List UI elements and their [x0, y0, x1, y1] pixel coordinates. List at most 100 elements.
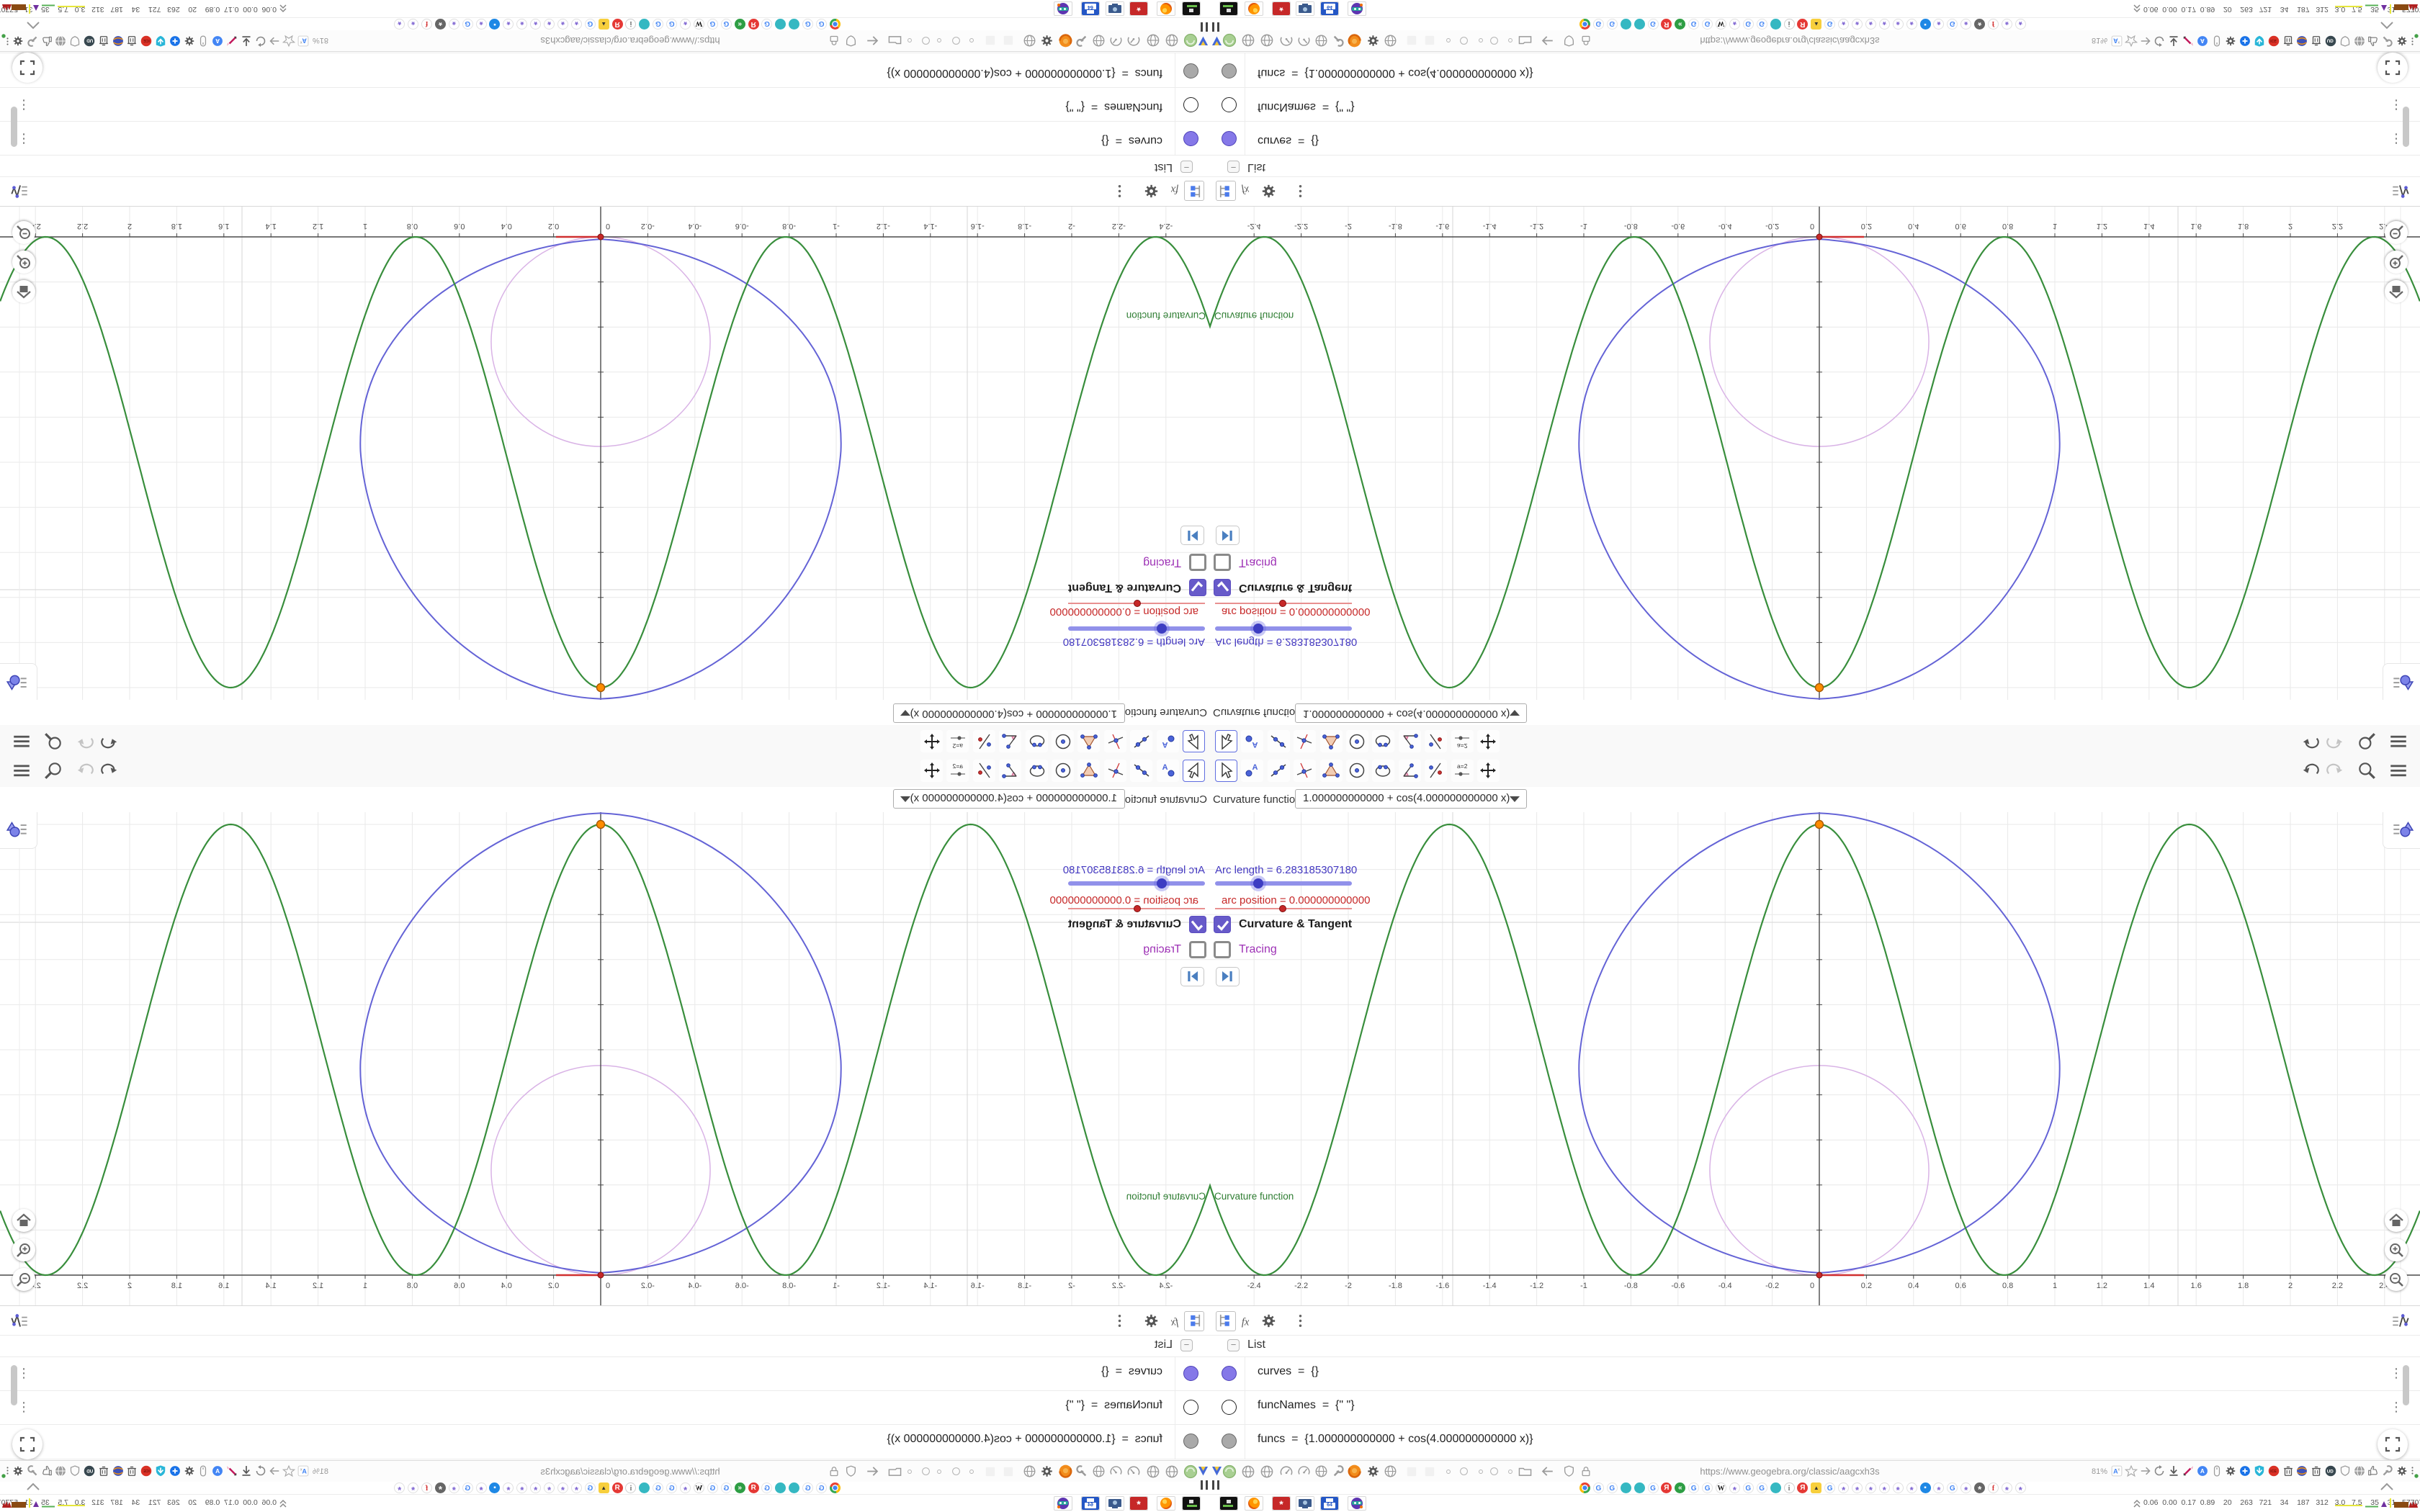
lock-icon[interactable] — [828, 1465, 841, 1478]
wrench-icon[interactable] — [1332, 1464, 1345, 1478]
favicon-G[interactable]: G — [1824, 1482, 1836, 1493]
ring-large-icon[interactable] — [920, 35, 932, 47]
favicon-info[interactable]: i — [625, 1482, 637, 1493]
globe-gray-icon[interactable] — [2353, 1464, 2366, 1477]
arc-length-slider[interactable] — [1215, 881, 1352, 886]
ring-large-icon[interactable] — [920, 1465, 932, 1477]
console-app-icon[interactable] — [1182, 1, 1201, 16]
favicon-G[interactable]: G — [653, 19, 664, 30]
globe-icon[interactable] — [1022, 1464, 1037, 1479]
favicon-gear-dark[interactable]: * — [1974, 1482, 1986, 1493]
undo-button[interactable] — [98, 730, 120, 752]
tool-point[interactable]: A — [1241, 730, 1264, 752]
favicon-flower[interactable]: * — [394, 19, 405, 30]
algebra-row-funcs[interactable]: funcs = {1.000000000000 + cos(4.00000000… — [1210, 1425, 2420, 1459]
ud-badge-icon[interactable]: UD — [83, 35, 96, 48]
green-orb-icon[interactable] — [1183, 1464, 1198, 1480]
favicon-teal[interactable] — [775, 1482, 786, 1493]
lock-icon[interactable] — [1579, 1465, 1592, 1478]
ud-badge-icon[interactable]: UD — [2324, 1464, 2337, 1477]
firefox-icon[interactable] — [1346, 32, 1363, 49]
favicon-info[interactable]: i — [1783, 1482, 1795, 1493]
ring-small-icon[interactable] — [933, 1466, 945, 1477]
thumb-icon[interactable] — [2367, 1464, 2380, 1477]
favicon-teal[interactable] — [639, 1482, 650, 1493]
favicon-flower[interactable]: * — [1933, 1482, 1945, 1493]
ghost-square-icon[interactable] — [1002, 34, 1015, 47]
favicon-G[interactable]: G — [816, 1482, 828, 1493]
favicon-info[interactable]: i — [625, 19, 637, 30]
tool-pan[interactable] — [1477, 730, 1500, 752]
menu-icon[interactable] — [2388, 730, 2410, 752]
row-kebab-icon[interactable]: ⋮ — [2390, 98, 2403, 112]
favicon-G[interactable]: G — [1702, 1482, 1713, 1493]
firefox-app-icon[interactable] — [1157, 1, 1175, 16]
tool-conic[interactable] — [1372, 760, 1395, 782]
favicon-flower[interactable]: * — [1729, 19, 1740, 30]
undo-button[interactable] — [2300, 760, 2322, 782]
row-kebab-icon[interactable]: ⋮ — [2390, 1400, 2403, 1413]
trash-icon[interactable] — [2282, 1464, 2295, 1477]
curvature-tangent-checkbox[interactable] — [1189, 579, 1206, 596]
favicon-teal[interactable] — [639, 19, 650, 30]
favicon-teal[interactable] — [1620, 19, 1631, 30]
fullscreen-button[interactable] — [12, 53, 42, 83]
globe-icon[interactable] — [1240, 1464, 1256, 1480]
gear-icon[interactable] — [183, 1464, 196, 1477]
favicon-image[interactable]: ▲ — [1811, 1482, 1822, 1493]
undo-button[interactable] — [2300, 730, 2322, 752]
trash-icon[interactable] — [125, 1464, 138, 1477]
favicon-chrome[interactable] — [830, 1482, 841, 1493]
tool-move[interactable] — [1215, 730, 1237, 752]
zoom-in-button[interactable] — [2385, 1238, 2408, 1261]
globe-icon[interactable] — [1259, 32, 1275, 48]
firefox-icon[interactable] — [1346, 1463, 1363, 1480]
download-icon[interactable] — [240, 1464, 253, 1477]
gear-icon[interactable] — [1039, 1464, 1054, 1479]
favicon-flower[interactable]: * — [544, 1482, 555, 1493]
tool-circle[interactable] — [1346, 760, 1368, 782]
visibility-toggle[interactable] — [1222, 131, 1237, 146]
redo-button[interactable] — [2325, 760, 2347, 782]
expression-input[interactable]: 1.000000000000 + cos(4.000000000000 x) — [893, 703, 1125, 723]
gauge-icon[interactable] — [1296, 1464, 1312, 1479]
function-button[interactable]: fx — [1161, 181, 1181, 201]
step-forward-button[interactable] — [1216, 967, 1240, 986]
favicon-flower[interactable]: * — [503, 1482, 514, 1493]
ring-large-icon[interactable] — [950, 1465, 962, 1477]
favicon-bird[interactable]: « — [734, 19, 745, 30]
function-button[interactable]: fx — [1239, 181, 1259, 201]
ring-small-icon[interactable] — [966, 1466, 977, 1477]
globe-icon[interactable] — [1314, 1464, 1329, 1479]
gear-icon[interactable] — [1039, 33, 1054, 48]
favicon-G[interactable]: G — [1742, 19, 1754, 30]
star-icon[interactable] — [282, 1464, 296, 1477]
record-icon[interactable]: ICE — [2267, 35, 2280, 48]
arc-length-slider[interactable] — [1068, 881, 1205, 886]
globe-icon[interactable] — [1091, 1464, 1106, 1479]
favicon-image[interactable]: ▲ — [598, 1482, 609, 1493]
expression-input[interactable]: 1.000000000000 + cos(4.000000000000 x) — [1295, 789, 1527, 809]
favicon-chat[interactable]: ▪ — [1919, 1482, 1931, 1493]
shield-cyan-icon[interactable] — [154, 1464, 167, 1477]
arc-position-slider-handle[interactable] — [1279, 600, 1286, 607]
tool-intersect[interactable] — [1294, 760, 1317, 782]
tool-conic[interactable] — [1025, 730, 1048, 752]
ring-small-icon[interactable] — [904, 1466, 915, 1477]
favicon-flower[interactable]: * — [1852, 19, 1863, 30]
visibility-toggle[interactable] — [1222, 1400, 1237, 1415]
favicon-flower[interactable]: * — [1838, 1482, 1850, 1493]
url-text[interactable]: https://www.geogebra.org/classic/aagcxh3… — [1685, 1466, 1894, 1477]
graphics-view[interactable]: -2.4 -2.2 -2 -1.8 -1.6 -1.4 -1.2 -1 -0.8 -0.6 -0.4… — [0, 812, 1210, 1305]
collapse-button[interactable]: − — [1180, 1339, 1193, 1351]
ring-large-icon[interactable] — [950, 35, 962, 47]
visibility-toggle[interactable] — [1222, 97, 1237, 112]
favicon-G[interactable]: G — [1756, 19, 1767, 30]
menu-icon[interactable] — [10, 730, 32, 752]
algebra-row-funcs[interactable]: funcs = {1.000000000000 + cos(4.00000000… — [0, 53, 1210, 87]
graph-canvas[interactable]: -2.4 -2.2 -2 -1.8 -1.6 -1.4 -1.2 -1 -0.8 -0.6 -0.4… — [0, 812, 1210, 1305]
green-orb-icon[interactable] — [1222, 1464, 1237, 1480]
favicon-f[interactable]: f — [1988, 1482, 1999, 1493]
shield-icon[interactable] — [844, 34, 858, 48]
zoom-out-button[interactable] — [2385, 1268, 2408, 1291]
